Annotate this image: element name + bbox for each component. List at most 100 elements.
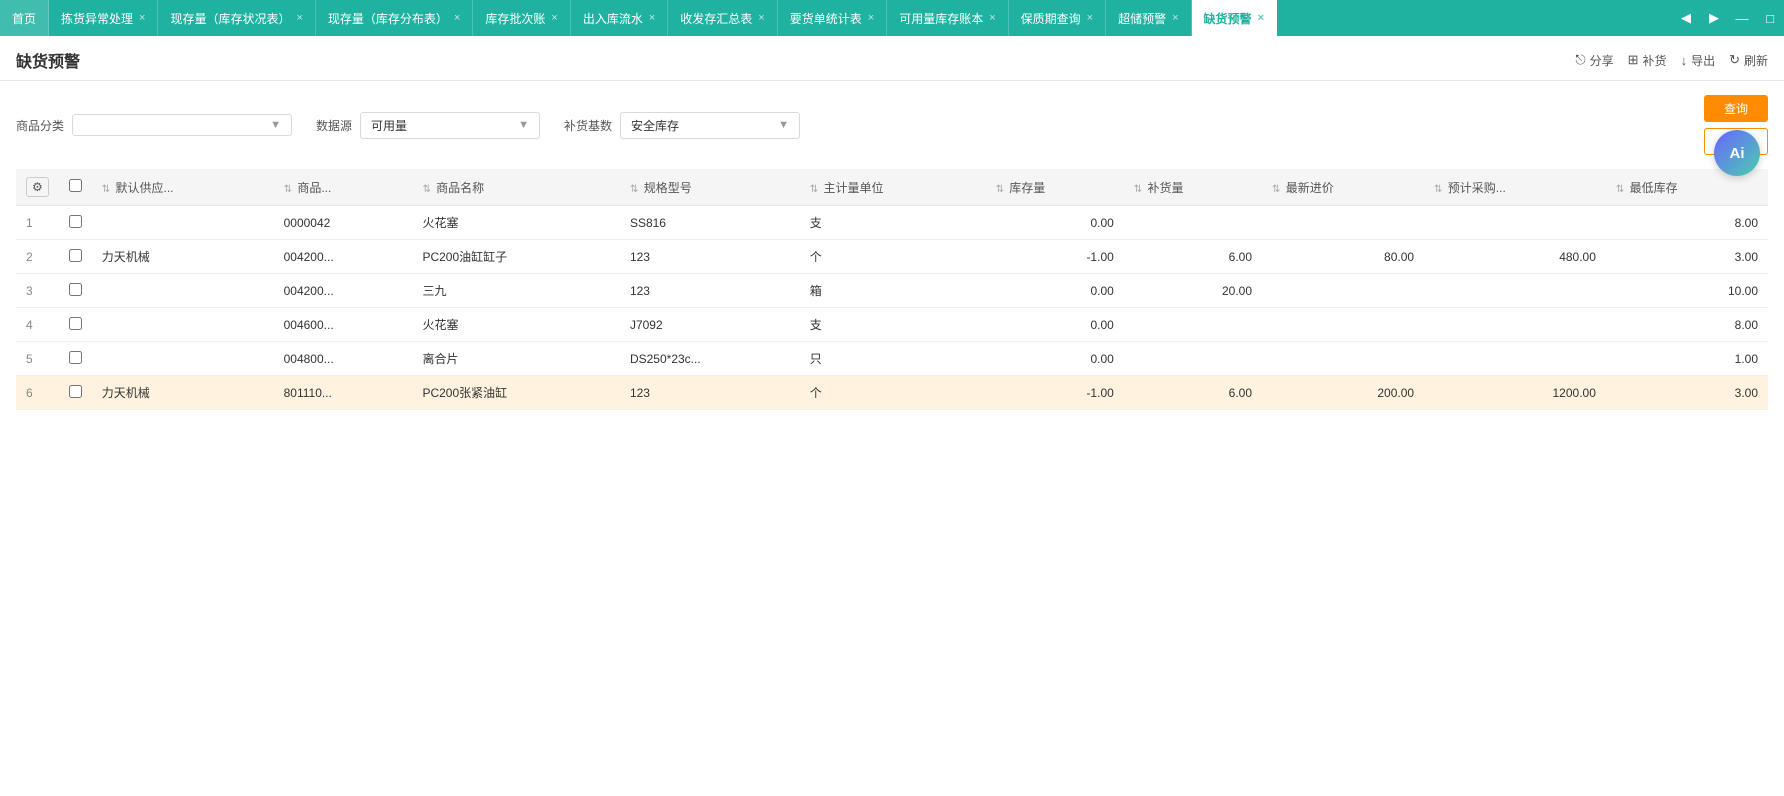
tab-close-shortage[interactable]: × [1258,12,1264,24]
tab-maximize-button[interactable]: □ [1756,0,1784,36]
row-name-2: 三九 [412,274,620,308]
table-row[interactable]: 4 004600... 火花塞 J7092 支 0.00 8.00 [16,308,1768,342]
row-supplier-4 [92,342,274,376]
row-unit-5: 个 [800,376,986,410]
tab-next-button[interactable]: ▶ [1700,0,1728,36]
row-est-purchase-2 [1424,274,1606,308]
row-select-checkbox-3[interactable] [69,317,82,330]
category-select[interactable]: ▼ [72,114,292,136]
row-replenish-qty-1: 6.00 [1124,240,1262,274]
table-row[interactable]: 5 004800... 离合片 DS250*23c... 只 0.00 1.00 [16,342,1768,376]
tab-close-receipt-summary[interactable]: × [758,12,764,24]
table-row[interactable]: 3 004200... 三九 123 箱 0.00 20.00 10.00 [16,274,1768,308]
select-all-checkbox[interactable] [69,179,82,192]
row-stock-2: 0.00 [986,274,1124,308]
row-supplier-5: 力天机械 [92,376,274,410]
row-replenish-qty-0 [1124,206,1262,240]
tab-shortage[interactable]: 缺货预警× [1192,0,1277,36]
row-name-5: PC200张紧油缸 [412,376,620,410]
refresh-button[interactable]: ↻ 刷新 [1729,52,1768,69]
tab-close-abnormal[interactable]: × [139,12,145,24]
column-settings-button[interactable]: ⚙ [26,177,49,197]
tab-close-available-ledger[interactable]: × [989,12,995,24]
sort-icon-price: ⇅ [1272,184,1280,195]
tab-close-order-stat[interactable]: × [868,12,874,24]
row-index-3: 4 [16,308,59,342]
replenish-select[interactable]: 安全库存 ▼ [620,112,800,139]
ai-assistant-button[interactable]: Ai [1714,130,1760,176]
row-checkbox-0[interactable] [59,206,92,240]
tab-home[interactable]: 首页 [0,0,49,36]
row-name-1: PC200油缸缸子 [412,240,620,274]
tab-abnormal[interactable]: 拣货异常处理× [49,0,158,36]
page-title: 缺货预警 [16,48,1575,72]
row-supplier-0 [92,206,274,240]
row-est-purchase-4 [1424,342,1606,376]
row-supplier-2 [92,274,274,308]
row-stock-5: -1.00 [986,376,1124,410]
col-header-replenish-qty: ⇅ 补货量 [1124,169,1262,206]
table-header: ⚙ ⇅ 默认供应... ⇅ 商品... ⇅ 商品名称 [16,169,1768,206]
row-spec-2: 123 [620,274,800,308]
replenish-button[interactable]: ⊞ 补货 [1628,52,1667,69]
row-min-stock-2: 10.00 [1606,274,1768,308]
page-container: 缺货预警 ⎋ 分享 ⊞ 补货 ↓ 导出 ↻ 刷新 商品分类 [0,36,1784,796]
col-header-product-name: ⇅ 商品名称 [412,169,620,206]
row-checkbox-5[interactable] [59,376,92,410]
row-spec-0: SS816 [620,206,800,240]
tab-close-inout-flow[interactable]: × [649,12,655,24]
row-select-checkbox-5[interactable] [69,385,82,398]
tab-close-inventory-status[interactable]: × [296,12,302,24]
export-button[interactable]: ↓ 导出 [1681,52,1716,69]
row-select-checkbox-4[interactable] [69,351,82,364]
share-button[interactable]: ⎋ 分享 [1575,52,1613,69]
row-select-checkbox-2[interactable] [69,283,82,296]
tab-close-overstock[interactable]: × [1172,12,1178,24]
row-spec-1: 123 [620,240,800,274]
col-header-stock: ⇅ 库存量 [986,169,1124,206]
query-button[interactable]: 查询 [1704,95,1768,122]
row-replenish-qty-2: 20.00 [1124,274,1262,308]
row-supplier-3 [92,308,274,342]
col-header-estimated-purchase: ⇅ 预计采购... [1424,169,1606,206]
tab-order-stat[interactable]: 要货单统计表× [778,0,887,36]
table-row[interactable]: 2 力天机械 004200... PC200油缸缸子 123 个 -1.00 6… [16,240,1768,274]
tab-overstock[interactable]: 超储预警× [1106,0,1191,36]
datasource-select[interactable]: 可用量 ▼ [360,112,540,139]
tab-batch-account[interactable]: 库存批次账× [473,0,570,36]
tab-expiry-query[interactable]: 保质期查询× [1009,0,1106,36]
row-stock-3: 0.00 [986,308,1124,342]
tab-inventory-dist[interactable]: 现存量（库存分布表）× [316,0,473,36]
sort-icon-supplier: ⇅ [102,184,110,195]
tab-receipt-summary[interactable]: 收发存汇总表× [668,0,777,36]
table-row[interactable]: 6 力天机械 801110... PC200张紧油缸 123 个 -1.00 6… [16,376,1768,410]
tab-close-inventory-dist[interactable]: × [454,12,460,24]
tab-close-expiry-query[interactable]: × [1087,12,1093,24]
sort-icon-spec: ⇅ [630,184,638,195]
tab-inventory-status[interactable]: 现存量（库存状况表）× [158,0,315,36]
tab-prev-button[interactable]: ◀ [1672,0,1700,36]
datasource-label: 数据源 [316,117,352,134]
row-checkbox-3[interactable] [59,308,92,342]
table-row[interactable]: 1 0000042 火花塞 SS816 支 0.00 8.00 [16,206,1768,240]
row-latest-price-1: 80.00 [1262,240,1424,274]
tab-available-ledger[interactable]: 可用量库存账本× [887,0,1008,36]
row-min-stock-4: 1.00 [1606,342,1768,376]
row-est-purchase-5: 1200.00 [1424,376,1606,410]
category-arrow: ▼ [270,119,281,131]
row-checkbox-1[interactable] [59,240,92,274]
row-checkbox-4[interactable] [59,342,92,376]
row-min-stock-1: 3.00 [1606,240,1768,274]
tab-inout-flow[interactable]: 出入库流水× [571,0,668,36]
row-select-checkbox-0[interactable] [69,215,82,228]
row-spec-5: 123 [620,376,800,410]
row-stock-1: -1.00 [986,240,1124,274]
row-est-purchase-1: 480.00 [1424,240,1606,274]
row-checkbox-2[interactable] [59,274,92,308]
tab-minimize-button[interactable]: — [1728,0,1756,36]
row-select-checkbox-1[interactable] [69,249,82,262]
col-header-unit: ⇅ 主计量单位 [800,169,986,206]
table-body: 1 0000042 火花塞 SS816 支 0.00 8.00 2 力天机械 0… [16,206,1768,410]
filter-group-category: 商品分类 ▼ [16,114,292,136]
tab-close-batch-account[interactable]: × [551,12,557,24]
